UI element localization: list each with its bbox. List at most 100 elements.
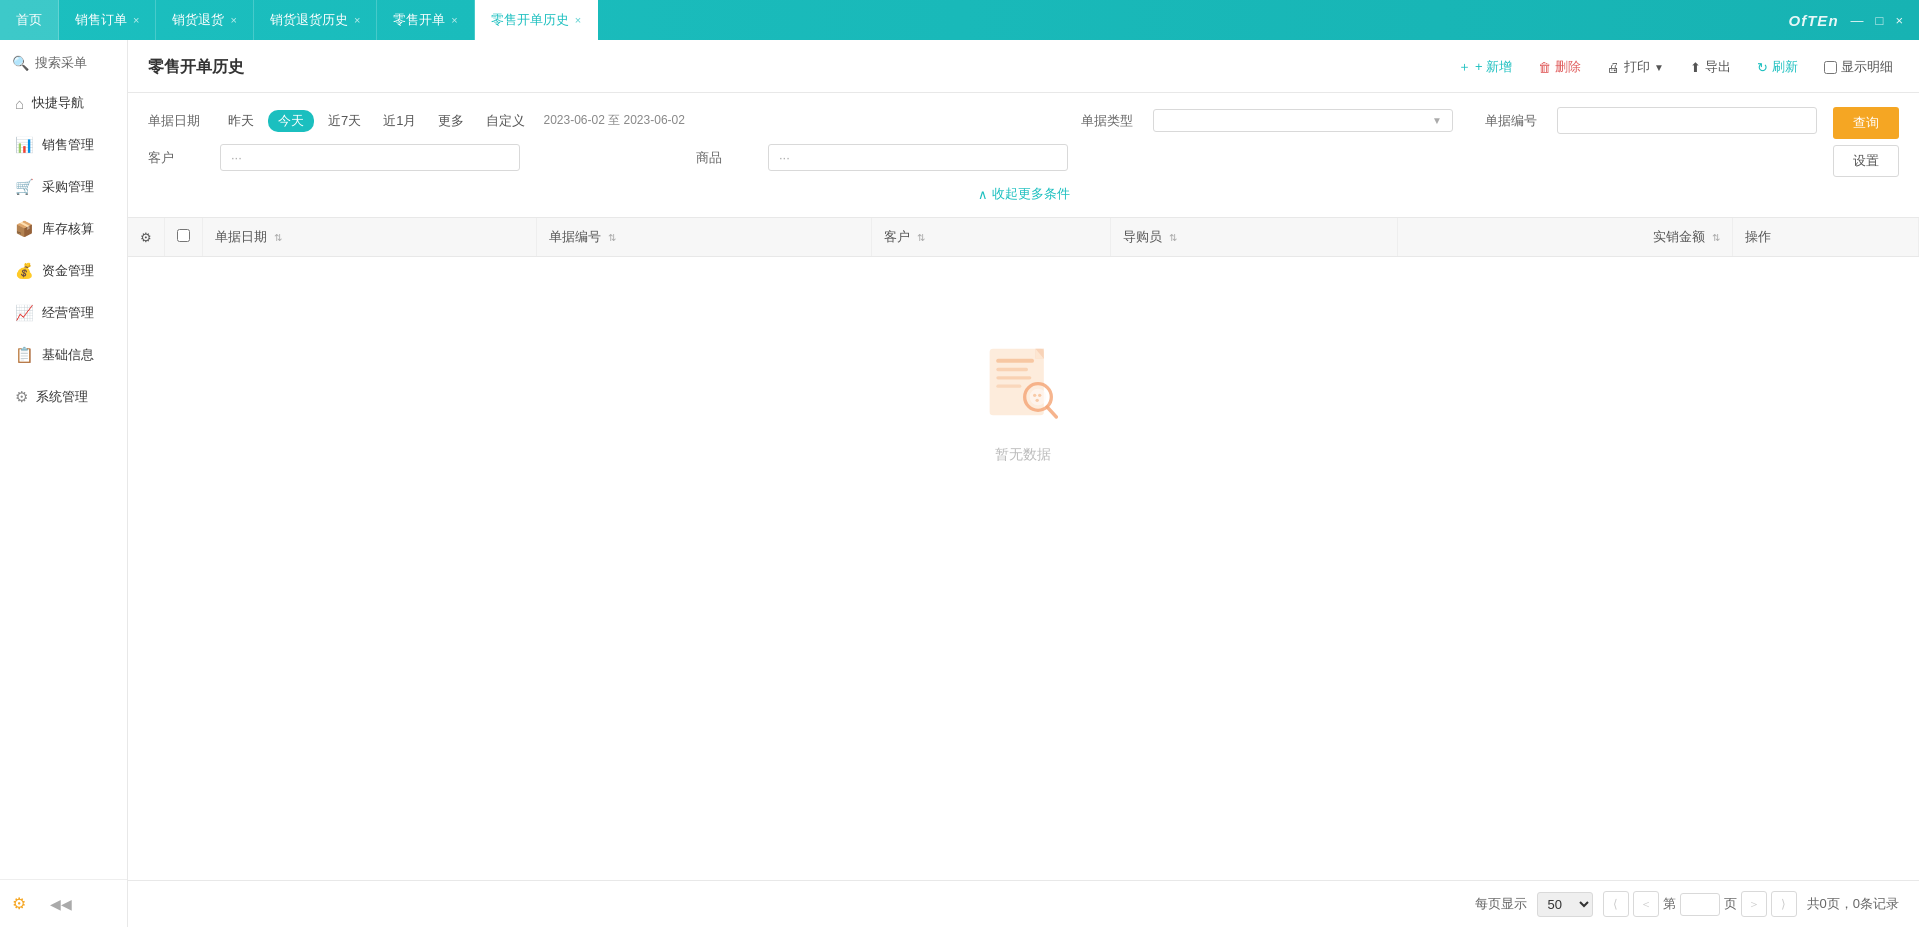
table-header: ⚙ 单据日期 ⇅ 单据编号 ⇅ [128, 218, 1919, 257]
print-dropdown-icon: ▼ [1654, 62, 1664, 73]
sidebar-item-sales-mgmt[interactable]: 📊 销售管理 [0, 124, 127, 166]
doc-number-input[interactable] [1557, 107, 1817, 134]
per-page-select[interactable]: 10 20 50 100 [1537, 892, 1593, 917]
query-buttons: 查询 设置 [1833, 107, 1899, 177]
doc-type-select[interactable]: ▼ [1153, 109, 1453, 132]
select-all-checkbox[interactable] [177, 229, 190, 242]
trend-icon: 📈 [15, 304, 34, 322]
first-page-button[interactable]: ⟨ [1603, 891, 1629, 917]
tab-sales-return-close[interactable]: × [230, 14, 236, 26]
tab-retail-open-label: 零售开单 [393, 11, 445, 29]
date-btn-custom[interactable]: 自定义 [478, 110, 533, 132]
date-btn-1month[interactable]: 近1月 [375, 110, 424, 132]
filter-area: 单据日期 昨天 今天 近7天 近1月 更多 自定义 2023-06-02 至 2… [128, 93, 1919, 218]
export-button[interactable]: ⬆ 导出 [1684, 54, 1737, 80]
th-number-label: 单据编号 [549, 229, 601, 244]
date-btn-yesterday[interactable]: 昨天 [220, 110, 262, 132]
settings-icon[interactable]: ⚙ [12, 894, 26, 913]
svg-line-7 [1047, 407, 1056, 417]
empty-text: 暂无数据 [995, 446, 1051, 464]
page-number-input[interactable]: 1 [1680, 893, 1720, 916]
page-title: 零售开单历史 [148, 57, 244, 78]
sidebar-search[interactable]: 🔍 搜索采单 [0, 44, 127, 82]
sidebar-item-purchase-mgmt[interactable]: 🛒 采购管理 [0, 166, 127, 208]
tab-retail-open-history-close[interactable]: × [575, 14, 581, 26]
svg-point-10 [1036, 399, 1039, 402]
tab-retail-open-close[interactable]: × [451, 14, 457, 26]
sidebar-item-label: 库存核算 [42, 220, 94, 238]
sidebar-item-operation-mgmt[interactable]: 📈 经营管理 [0, 292, 127, 334]
sort-amount-icon[interactable]: ⇅ [1712, 232, 1720, 243]
date-btn-today[interactable]: 今天 [268, 110, 314, 132]
tab-sales-return-history-close[interactable]: × [354, 14, 360, 26]
sidebar-item-label: 快捷导航 [32, 94, 84, 112]
empty-state: 暂无数据 [128, 257, 1919, 544]
set-button[interactable]: 设置 [1833, 145, 1899, 177]
export-label: 导出 [1705, 58, 1731, 76]
minimize-button[interactable]: — [1851, 13, 1864, 28]
display-checkbox[interactable] [1824, 61, 1837, 74]
print-icon: 🖨 [1607, 60, 1620, 75]
close-button[interactable]: × [1895, 13, 1903, 28]
sort-number-icon[interactable]: ⇅ [608, 232, 616, 243]
refresh-button[interactable]: ↻ 刷新 [1751, 54, 1804, 80]
svg-rect-3 [997, 376, 1032, 379]
sidebar-item-inventory-mgmt[interactable]: 📦 库存核算 [0, 208, 127, 250]
svg-point-8 [1033, 394, 1036, 397]
sort-date-icon[interactable]: ⇅ [274, 232, 282, 243]
per-page-label: 每页显示 [1475, 895, 1527, 913]
table-header-row: ⚙ 单据日期 ⇅ 单据编号 ⇅ [128, 218, 1919, 257]
column-gear-icon[interactable]: ⚙ [140, 230, 152, 245]
tab-sales-order-label: 销售订单 [75, 11, 127, 29]
export-icon: ⬆ [1690, 60, 1701, 75]
sidebar-item-basic-info[interactable]: 📋 基础信息 [0, 334, 127, 376]
sort-guide-icon[interactable]: ⇅ [1169, 232, 1177, 243]
next-page-button[interactable]: ＞ [1741, 891, 1767, 917]
tab-sales-return-history[interactable]: 销货退货历史 × [254, 0, 377, 40]
table-body: 暂无数据 [128, 257, 1919, 545]
sidebar-item-label: 经营管理 [42, 304, 94, 322]
tab-sales-order-close[interactable]: × [133, 14, 139, 26]
gear-icon: ⚙ [15, 388, 28, 406]
delete-icon: 🗑 [1538, 60, 1551, 75]
th-amount-label: 实销金额 [1653, 229, 1705, 244]
tab-retail-open-history[interactable]: 零售开单历史 × [475, 0, 598, 40]
goods-input[interactable]: ··· [768, 144, 1068, 171]
pagination-bar: 每页显示 10 20 50 100 ⟨ ＜ 第 1 页 ＞ ⟩ 共0页，0条记录 [128, 880, 1919, 927]
print-button[interactable]: 🖨 打印 ▼ [1601, 54, 1670, 80]
delete-button[interactable]: 🗑 删除 [1532, 54, 1587, 80]
collapse-button[interactable]: ∧ 收起更多条件 [978, 185, 1070, 203]
main-layout: 🔍 搜索采单 ⌂ 快捷导航 📊 销售管理 🛒 采购管理 📦 库存核算 💰 资金管… [0, 40, 1919, 927]
last-page-button[interactable]: ⟩ [1771, 891, 1797, 917]
sidebar-item-quick-nav[interactable]: ⌂ 快捷导航 [0, 82, 127, 124]
doc-icon: 📋 [15, 346, 34, 364]
sidebar-bottom: ⚙ ◀◀ [0, 879, 127, 927]
collapse-row: ∧ 收起更多条件 [148, 181, 1899, 207]
display-toggle[interactable]: 显示明细 [1818, 54, 1899, 80]
sort-customer-icon[interactable]: ⇅ [917, 232, 925, 243]
maximize-button[interactable]: □ [1876, 13, 1884, 28]
page-suffix: 页 [1724, 895, 1737, 913]
add-button[interactable]: ＋ + 新增 [1452, 54, 1518, 80]
data-table: ⚙ 单据日期 ⇅ 单据编号 ⇅ [128, 218, 1919, 544]
tab-retail-open-history-label: 零售开单历史 [491, 11, 569, 29]
customer-input[interactable]: ··· [220, 144, 520, 171]
sidebar-item-system-mgmt[interactable]: ⚙ 系统管理 [0, 376, 127, 418]
sidebar-item-label: 销售管理 [42, 136, 94, 154]
date-btn-more[interactable]: 更多 [430, 110, 472, 132]
top-bar: 首页 销售订单 × 销货退货 × 销货退货历史 × 零售开单 × 零售开单历史 … [0, 0, 1919, 40]
tab-sales-order[interactable]: 销售订单 × [59, 0, 156, 40]
collapse-up-icon: ∧ [978, 187, 988, 202]
table-area: ⚙ 单据日期 ⇅ 单据编号 ⇅ [128, 218, 1919, 880]
collapse-sidebar-icon[interactable]: ◀◀ [50, 896, 72, 912]
tab-retail-open[interactable]: 零售开单 × [377, 0, 474, 40]
svg-rect-2 [997, 368, 1029, 371]
prev-page-button[interactable]: ＜ [1633, 891, 1659, 917]
query-button[interactable]: 查询 [1833, 107, 1899, 139]
content-area: 零售开单历史 ＋ + 新增 🗑 删除 🖨 打印 ▼ ⬆ 导出 [128, 40, 1919, 927]
sidebar-item-finance-mgmt[interactable]: 💰 资金管理 [0, 250, 127, 292]
date-btn-7days[interactable]: 近7天 [320, 110, 369, 132]
tab-home[interactable]: 首页 [0, 0, 59, 40]
tab-sales-return[interactable]: 销货退货 × [156, 0, 253, 40]
goods-filter-label: 商品 [696, 149, 752, 167]
